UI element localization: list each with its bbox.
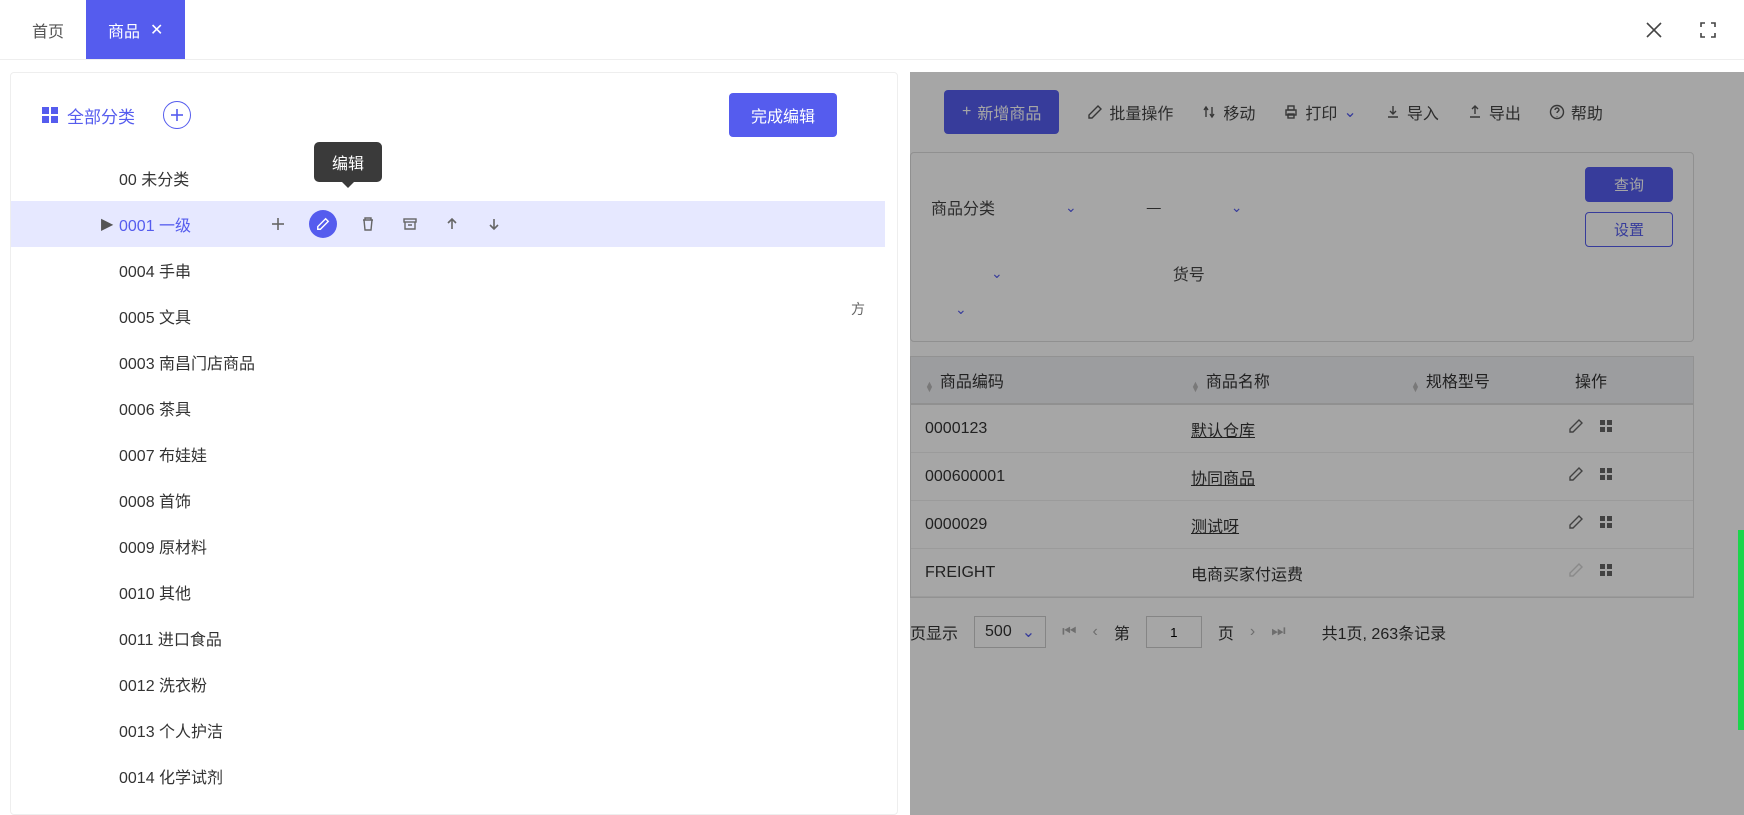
grid-icon xyxy=(41,106,59,124)
category-tree[interactable]: 00 未分类 ▶ 0001 一级 0004 手串 0005 文具 0003 南昌… xyxy=(11,155,897,814)
tab-product-label: 商品 xyxy=(108,18,140,42)
tab-home-label: 首页 xyxy=(32,18,64,42)
tree-item-label: 0005 文具 xyxy=(119,304,191,328)
tree-item[interactable]: ▶ 0001 一级 xyxy=(11,201,885,247)
scroll-indicator xyxy=(1738,530,1744,730)
tree-item[interactable]: 0014 化学试剂 xyxy=(11,753,885,799)
tab-product[interactable]: 商品 ✕ xyxy=(86,0,185,59)
archive-button[interactable] xyxy=(399,213,421,235)
tree-item-label: 0013 个人护洁 xyxy=(119,718,223,742)
tree-item-label: 0007 布娃娃 xyxy=(119,442,207,466)
add-category-button[interactable] xyxy=(163,101,191,129)
tree-item-label: 0012 洗衣粉 xyxy=(119,672,207,696)
tree-item-label: 0001 一级 xyxy=(119,212,191,236)
tree-item-label: 0010 其他 xyxy=(119,580,191,604)
row-actions xyxy=(267,210,505,238)
edit-tooltip: 编辑 xyxy=(314,142,382,182)
tree-item-label: 0004 手串 xyxy=(119,258,191,282)
header-right xyxy=(1636,12,1726,48)
fullscreen-button[interactable] xyxy=(1690,12,1726,48)
move-down-button[interactable] xyxy=(483,213,505,235)
tree-item-label: 0003 南昌门店商品 xyxy=(119,350,255,374)
expand-icon[interactable]: ▶ xyxy=(101,214,113,234)
category-panel: 编辑 全部分类 完成编辑 00 未分类 ▶ 0001 一级 xyxy=(10,72,898,815)
tree-item[interactable]: 0008 首饰 xyxy=(11,477,885,523)
tree-item[interactable]: 00 未分类 xyxy=(11,155,885,201)
tree-item-label: 0006 茶具 xyxy=(119,396,191,420)
tree-item[interactable]: 0005 文具 xyxy=(11,293,885,339)
tree-item[interactable]: 0006 茶具 xyxy=(11,385,885,431)
close-icon[interactable]: ✕ xyxy=(150,20,163,40)
product-panel: + 新增商品 批量操作 移动 打印 ⌄ 导入 xyxy=(910,72,1744,815)
tree-item[interactable]: 0004 手串 xyxy=(11,247,885,293)
tree-item-label: 0009 原材料 xyxy=(119,534,207,558)
tree-item-label: 00 未分类 xyxy=(119,166,189,190)
truncated-label: 方 xyxy=(851,299,865,319)
tree-item[interactable]: 0011 进口食品 xyxy=(11,615,885,661)
tree-item[interactable]: 0012 洗衣粉 xyxy=(11,661,885,707)
dim-overlay xyxy=(910,72,1744,815)
close-all-button[interactable] xyxy=(1636,12,1672,48)
all-categories-label[interactable]: 全部分类 xyxy=(67,103,135,128)
header-tabs: 首页 商品 ✕ xyxy=(0,0,1744,60)
move-up-button[interactable] xyxy=(441,213,463,235)
tree-item[interactable]: 0013 个人护洁 xyxy=(11,707,885,753)
tree-item[interactable]: 0010 其他 xyxy=(11,569,885,615)
tree-item-label: 0014 化学试剂 xyxy=(119,764,223,788)
finish-edit-button[interactable]: 完成编辑 xyxy=(729,93,837,137)
delete-button[interactable] xyxy=(357,213,379,235)
tree-item[interactable]: 0007 布娃娃 xyxy=(11,431,885,477)
main-area: 编辑 全部分类 完成编辑 00 未分类 ▶ 0001 一级 xyxy=(0,60,1744,815)
category-header: 全部分类 完成编辑 xyxy=(11,93,897,155)
tree-item[interactable]: 0003 南昌门店商品 xyxy=(11,339,885,385)
tooltip-text: 编辑 xyxy=(332,156,364,173)
add-child-button[interactable] xyxy=(267,213,289,235)
tree-item-label: 0011 进口食品 xyxy=(119,626,222,650)
tree-item[interactable]: 0009 原材料 xyxy=(11,523,885,569)
edit-button[interactable] xyxy=(309,210,337,238)
tab-home[interactable]: 首页 xyxy=(10,0,86,59)
tree-item-label: 0008 首饰 xyxy=(119,488,191,512)
